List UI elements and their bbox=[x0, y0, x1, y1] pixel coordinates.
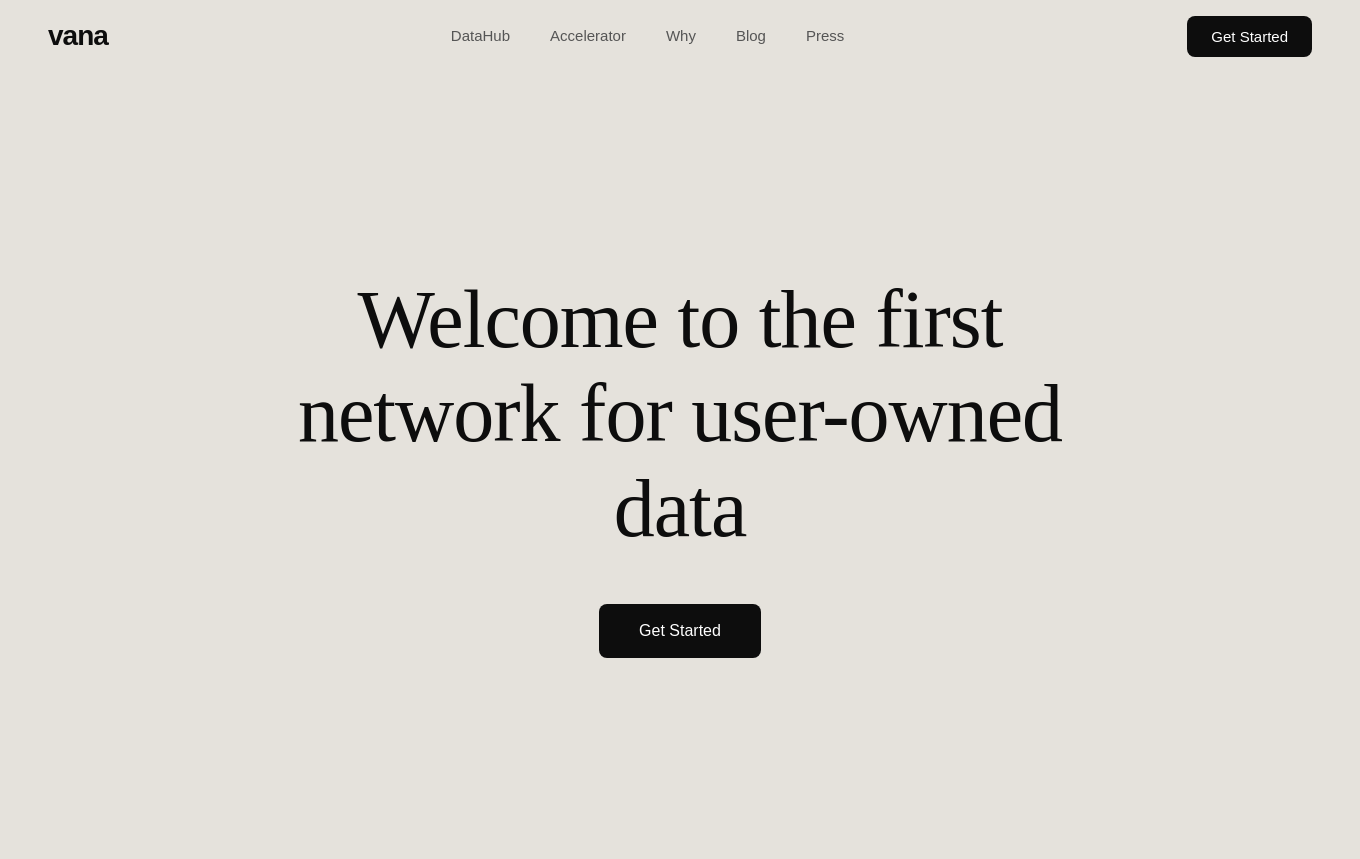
nav-get-started-button[interactable]: Get Started bbox=[1187, 16, 1312, 57]
brand-logo[interactable]: vana bbox=[48, 20, 108, 52]
nav-item-blog[interactable]: Blog bbox=[736, 27, 766, 45]
nav-link-accelerator[interactable]: Accelerator bbox=[550, 27, 626, 44]
hero-title-line2: network for user-owned data bbox=[298, 368, 1062, 553]
hero-title-line1: Welcome to the first bbox=[357, 274, 1002, 365]
nav-item-why[interactable]: Why bbox=[666, 27, 696, 45]
hero-title: Welcome to the first network for user-ow… bbox=[230, 273, 1130, 556]
navbar: vana DataHub Accelerator Why Blog Press … bbox=[0, 0, 1360, 72]
nav-links: DataHub Accelerator Why Blog Press bbox=[451, 27, 844, 45]
nav-item-press[interactable]: Press bbox=[806, 27, 844, 45]
nav-link-datahub[interactable]: DataHub bbox=[451, 27, 510, 44]
hero-section: Welcome to the first network for user-ow… bbox=[0, 72, 1360, 859]
nav-item-datahub[interactable]: DataHub bbox=[451, 27, 510, 45]
nav-link-blog[interactable]: Blog bbox=[736, 27, 766, 44]
hero-get-started-button[interactable]: Get Started bbox=[599, 604, 761, 658]
nav-item-accelerator[interactable]: Accelerator bbox=[550, 27, 626, 45]
nav-link-press[interactable]: Press bbox=[806, 27, 844, 44]
nav-link-why[interactable]: Why bbox=[666, 27, 696, 44]
